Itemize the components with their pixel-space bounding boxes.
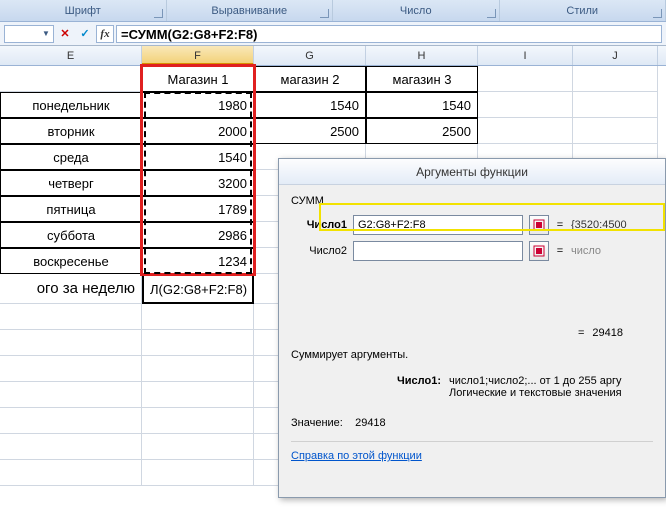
cell[interactable]: 1234 xyxy=(142,248,254,274)
equals-sign: = xyxy=(578,327,584,339)
table-row: понедельник 1980 1540 1540 xyxy=(0,92,666,118)
formula-bar: ▼ ✕ ✓ fx =СУММ(G2:G8+F2:F8) xyxy=(0,22,666,46)
name-box-dropdown-icon[interactable]: ▼ xyxy=(41,27,51,41)
formula-confirm-button[interactable]: ✓ xyxy=(76,25,94,43)
arg1-label: Число1 xyxy=(291,219,347,231)
dialog-result-row: = 29418 xyxy=(291,327,653,339)
arg-row-2: Число2 = число xyxy=(291,241,653,261)
arg-row-1: Число1 = {3520:4500 xyxy=(291,215,653,235)
cell[interactable] xyxy=(0,408,142,434)
dialog-title: Аргументы функции xyxy=(279,159,665,185)
cell[interactable]: 2500 xyxy=(254,118,366,144)
day-label[interactable]: среда xyxy=(0,144,142,170)
arg2-refedit-button[interactable] xyxy=(529,241,549,261)
cell[interactable]: 2986 xyxy=(142,222,254,248)
cell[interactable] xyxy=(142,460,254,486)
arg-desc-name: Число1: xyxy=(291,375,441,399)
dialog-description: Суммирует аргументы. xyxy=(291,349,653,361)
totals-label[interactable]: ого за неделю xyxy=(0,274,142,304)
dialog-result-value: 29418 xyxy=(592,327,623,339)
arg1-preview: {3520:4500 xyxy=(571,219,653,231)
cell[interactable] xyxy=(478,66,573,92)
ribbon-group-number[interactable]: Число xyxy=(333,0,500,21)
cell[interactable] xyxy=(0,66,142,92)
cell[interactable] xyxy=(142,408,254,434)
cell[interactable]: 2000 xyxy=(142,118,254,144)
ribbon-group-alignment[interactable]: Выравнивание xyxy=(167,0,334,21)
cell[interactable] xyxy=(478,118,573,144)
formula-input[interactable]: =СУММ(G2:G8+F2:F8) xyxy=(116,25,662,43)
col-head-E[interactable]: E xyxy=(0,46,142,65)
equals-sign: = xyxy=(555,219,565,231)
dialog-value-row: Значение: 29418 xyxy=(291,417,653,429)
cell[interactable] xyxy=(142,434,254,460)
insert-function-button[interactable]: fx xyxy=(96,25,114,43)
cell[interactable]: 1540 xyxy=(142,144,254,170)
col-head-G[interactable]: G xyxy=(254,46,366,65)
active-edit-cell[interactable]: Л(G2:G8+F2:F8) xyxy=(142,274,254,304)
col-head-F[interactable]: F xyxy=(142,46,254,65)
cell[interactable]: 2500 xyxy=(366,118,478,144)
cell[interactable] xyxy=(0,460,142,486)
arg2-input[interactable] xyxy=(353,241,523,261)
cell[interactable] xyxy=(142,304,254,330)
table-row: вторник 2000 2500 2500 xyxy=(0,118,666,144)
day-label[interactable]: воскресенье xyxy=(0,248,142,274)
refedit-icon xyxy=(533,219,545,231)
ribbon-group-labels: Шрифт Выравнивание Число Стили xyxy=(0,0,666,22)
ribbon-group-font[interactable]: Шрифт xyxy=(0,0,167,21)
cell[interactable] xyxy=(0,382,142,408)
equals-sign: = xyxy=(555,245,565,257)
arg2-label: Число2 xyxy=(291,245,347,257)
help-link[interactable]: Справка по этой функции xyxy=(291,450,422,462)
cell[interactable] xyxy=(0,356,142,382)
cell[interactable] xyxy=(142,330,254,356)
day-label[interactable]: вторник xyxy=(0,118,142,144)
function-arguments-dialog[interactable]: Аргументы функции СУММ Число1 = {3520:45… xyxy=(278,158,666,498)
day-label[interactable]: четверг xyxy=(0,170,142,196)
header-store1[interactable]: Магазин 1 xyxy=(142,66,254,92)
cell[interactable] xyxy=(0,304,142,330)
cell[interactable] xyxy=(478,92,573,118)
cell[interactable]: 1980 xyxy=(142,92,254,118)
formula-cancel-button[interactable]: ✕ xyxy=(56,25,74,43)
day-label[interactable]: понедельник xyxy=(0,92,142,118)
ribbon-group-styles[interactable]: Стили xyxy=(500,0,666,21)
name-box[interactable]: ▼ xyxy=(4,25,54,43)
col-head-I[interactable]: I xyxy=(478,46,573,65)
cell[interactable] xyxy=(0,434,142,460)
column-headers: E F G H I J xyxy=(0,46,666,66)
function-name-label: СУММ xyxy=(291,195,653,207)
arg1-input[interactable] xyxy=(353,215,523,235)
cell[interactable]: 1789 xyxy=(142,196,254,222)
cell[interactable] xyxy=(0,330,142,356)
header-store3[interactable]: магазин 3 xyxy=(366,66,478,92)
arg2-preview: число xyxy=(571,245,653,257)
header-store2[interactable]: магазин 2 xyxy=(254,66,366,92)
arg1-refedit-button[interactable] xyxy=(529,215,549,235)
refedit-icon xyxy=(533,245,545,257)
arg-desc-text: число1;число2;... от 1 до 255 аргу Логич… xyxy=(449,375,653,399)
cell[interactable] xyxy=(142,382,254,408)
value-number: 29418 xyxy=(355,417,386,429)
col-head-J[interactable]: J xyxy=(573,46,658,65)
cell[interactable] xyxy=(142,356,254,382)
cell[interactable] xyxy=(573,92,658,118)
cell[interactable] xyxy=(573,66,658,92)
table-header-row: Магазин 1 магазин 2 магазин 3 xyxy=(0,66,666,92)
cell[interactable] xyxy=(573,118,658,144)
day-label[interactable]: пятница xyxy=(0,196,142,222)
dialog-arg-description: Число1: число1;число2;... от 1 до 255 ар… xyxy=(291,375,653,399)
value-label: Значение: xyxy=(291,417,343,429)
cell[interactable]: 3200 xyxy=(142,170,254,196)
cell[interactable]: 1540 xyxy=(366,92,478,118)
cell[interactable]: 1540 xyxy=(254,92,366,118)
day-label[interactable]: суббота xyxy=(0,222,142,248)
col-head-H[interactable]: H xyxy=(366,46,478,65)
